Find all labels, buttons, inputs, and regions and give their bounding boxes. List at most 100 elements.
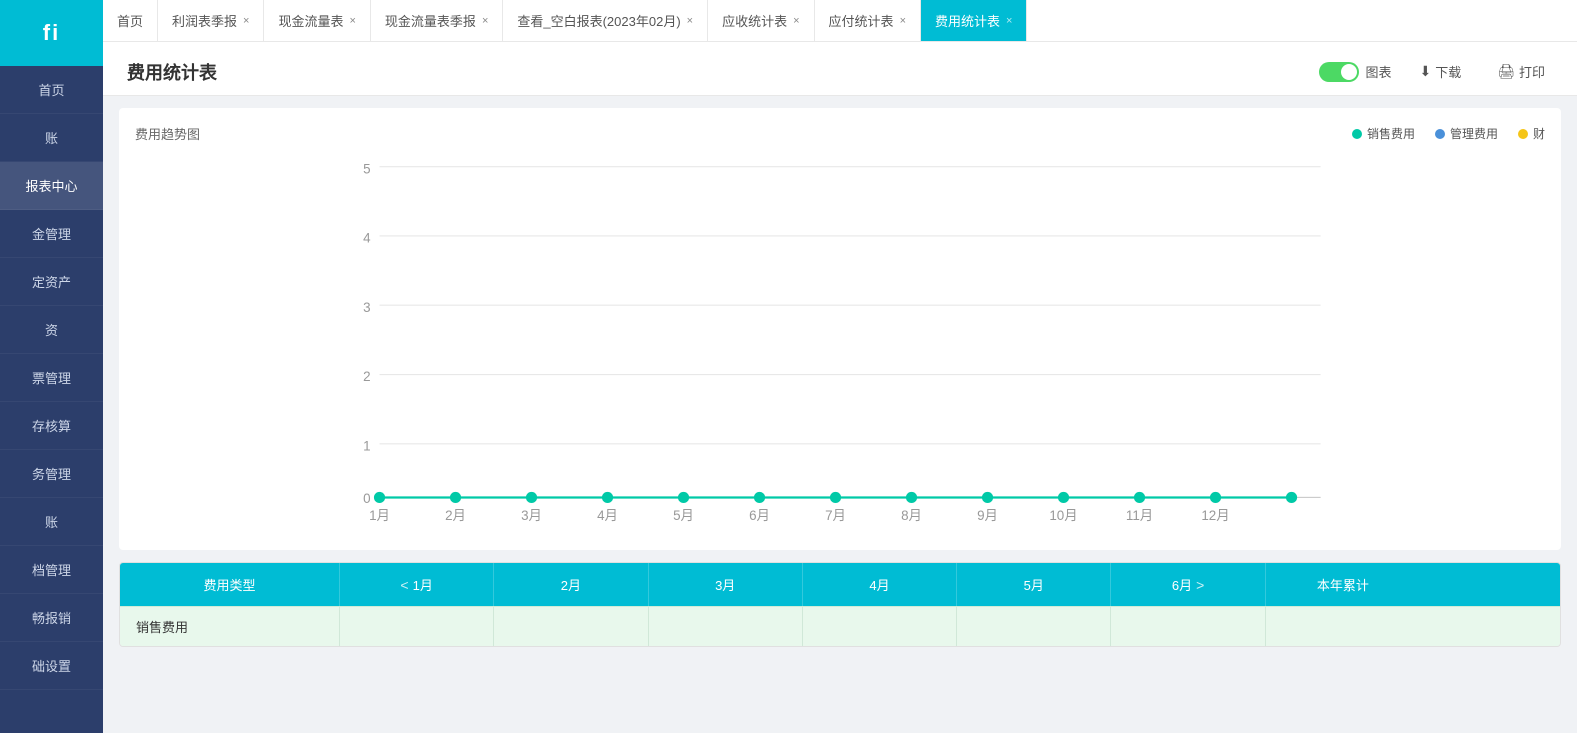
tab-profit-quarterly-close[interactable]: ×	[243, 15, 249, 27]
th-3month-label: 3月	[715, 575, 735, 594]
td-sales-2	[494, 607, 648, 646]
tab-expense-stats-label: 费用统计表	[935, 11, 1000, 30]
svg-text:6月: 6月	[749, 508, 770, 523]
tab-blank-report[interactable]: 查看_空白报表(2023年02月) ×	[503, 0, 708, 41]
download-label: 下载	[1435, 62, 1461, 81]
svg-text:3月: 3月	[521, 508, 542, 523]
legend-finance-dot	[1518, 129, 1528, 139]
print-label: 打印	[1519, 62, 1545, 81]
tab-bar: 首页 利润表季报 × 现金流量表 × 现金流量表季报 × 查看_空白报表(202…	[103, 0, 1577, 42]
th-total-label: 本年累计	[1317, 575, 1369, 594]
header-actions: 图表 ⬇ 下载 🖨 打印	[1319, 58, 1553, 85]
svg-text:2月: 2月	[445, 508, 466, 523]
sidebar-item-base-settings[interactable]: 础设置	[0, 642, 103, 690]
sidebar-item-fixed-assets[interactable]: 定资产	[0, 258, 103, 306]
sidebar-item-home[interactable]: 首页	[0, 66, 103, 114]
tab-cash-flow[interactable]: 现金流量表 ×	[264, 0, 370, 41]
sidebar-item-account[interactable]: 账	[0, 114, 103, 162]
sidebar-item-report-center[interactable]: 报表中心	[0, 162, 103, 210]
print-button[interactable]: 🖨 打印	[1489, 58, 1553, 85]
svg-text:1月: 1月	[369, 508, 390, 523]
tab-payable-stats[interactable]: 应付统计表 ×	[815, 0, 921, 41]
tab-payable-stats-close[interactable]: ×	[900, 15, 906, 27]
page-title: 费用统计表	[127, 59, 217, 85]
th-5month-label: 5月	[1024, 575, 1044, 594]
sidebar-item-invoice-mgmt[interactable]: 票管理	[0, 354, 103, 402]
tab-home[interactable]: 首页	[103, 0, 158, 41]
tab-cash-flow-quarterly-label: 现金流量表季报	[385, 11, 476, 30]
th-nav-prev[interactable]: <	[400, 577, 408, 593]
legend-mgmt-expense: 管理费用	[1435, 125, 1498, 142]
tab-blank-report-close[interactable]: ×	[687, 15, 693, 27]
chart-legend: 销售费用 管理费用 财	[1352, 125, 1545, 142]
chart-toggle-label: 图表	[1365, 62, 1391, 81]
sidebar-item-inventory[interactable]: 存核算	[0, 402, 103, 450]
th-1month: < 1月	[340, 563, 494, 606]
th-nav-next[interactable]: >	[1196, 577, 1204, 593]
svg-text:5: 5	[363, 161, 370, 176]
legend-mgmt-dot	[1435, 129, 1445, 139]
content-area: 费用统计表 图表 ⬇ 下载 🖨 打印 费用趋势图	[103, 42, 1577, 733]
table-row: 销售费用	[120, 606, 1560, 646]
tab-cash-flow-quarterly[interactable]: 现金流量表季报 ×	[371, 0, 503, 41]
sidebar-item-sales-return[interactable]: 畅报销	[0, 594, 103, 642]
th-type-label: 费用类型	[203, 575, 255, 594]
legend-finance-expense: 财	[1518, 125, 1545, 142]
th-4month-label: 4月	[869, 575, 889, 594]
td-sales-total	[1266, 607, 1420, 646]
th-3month: 3月	[649, 563, 803, 606]
tab-cash-flow-label: 现金流量表	[278, 11, 343, 30]
sidebar-logo: fi	[0, 0, 103, 66]
chart-toggle-group: 图表	[1319, 62, 1391, 82]
tab-receivable-stats[interactable]: 应收统计表 ×	[708, 0, 814, 41]
legend-mgmt-label: 管理费用	[1450, 125, 1498, 142]
download-button[interactable]: ⬇ 下载	[1411, 58, 1469, 85]
tab-receivable-stats-label: 应收统计表	[722, 11, 787, 30]
svg-text:1: 1	[363, 439, 370, 454]
svg-text:0: 0	[363, 491, 370, 506]
th-total: 本年累计	[1266, 563, 1420, 606]
sidebar-item-investment[interactable]: 资	[0, 306, 103, 354]
tab-cash-flow-close[interactable]: ×	[349, 15, 355, 27]
sidebar-item-file-mgmt[interactable]: 档管理	[0, 546, 103, 594]
th-2month: 2月	[494, 563, 648, 606]
sidebar-item-service-mgmt[interactable]: 务管理	[0, 450, 103, 498]
svg-text:9月: 9月	[977, 508, 998, 523]
td-sales-4	[803, 607, 957, 646]
page-header: 费用统计表 图表 ⬇ 下载 🖨 打印	[103, 42, 1577, 96]
legend-sales-label: 销售费用	[1367, 125, 1415, 142]
svg-text:2: 2	[363, 369, 370, 384]
sidebar-item-fund-mgmt[interactable]: 金管理	[0, 210, 103, 258]
th-2month-label: 2月	[561, 575, 581, 594]
svg-text:4月: 4月	[597, 508, 618, 523]
th-1month-label: 1月	[413, 575, 433, 594]
svg-text:5月: 5月	[673, 508, 694, 523]
tab-profit-quarterly-label: 利润表季报	[172, 11, 237, 30]
sidebar-item-sub-account[interactable]: 账	[0, 498, 103, 546]
tab-home-label: 首页	[117, 11, 143, 30]
chart-title: 费用趋势图	[135, 124, 200, 143]
tab-profit-quarterly[interactable]: 利润表季报 ×	[158, 0, 264, 41]
td-type-sales: 销售费用	[120, 607, 340, 646]
chart-container: 5 4 3 2 1 0	[135, 151, 1545, 534]
tab-expense-stats[interactable]: 费用统计表 ×	[921, 0, 1027, 41]
legend-sales-dot	[1352, 129, 1362, 139]
line-chart: 5 4 3 2 1 0	[135, 151, 1545, 531]
td-sales-6	[1111, 607, 1265, 646]
sidebar: fi 首页 账 报表中心 金管理 定资产 资 票管理 存核算 务管理 账 档管理…	[0, 0, 103, 733]
chart-section: 费用趋势图 销售费用 管理费用 财	[119, 108, 1561, 550]
chart-toggle-switch[interactable]	[1319, 62, 1359, 82]
tab-receivable-stats-close[interactable]: ×	[793, 15, 799, 27]
svg-text:8月: 8月	[901, 508, 922, 523]
td-sales-1	[340, 607, 494, 646]
th-type: 费用类型	[120, 563, 340, 606]
td-sales-3	[649, 607, 803, 646]
td-sales-5	[957, 607, 1111, 646]
tab-expense-stats-close[interactable]: ×	[1006, 15, 1012, 27]
svg-text:4: 4	[363, 231, 371, 246]
tab-cash-flow-quarterly-close[interactable]: ×	[482, 15, 488, 27]
legend-finance-label: 财	[1533, 125, 1545, 142]
svg-text:3: 3	[363, 300, 370, 315]
chart-header: 费用趋势图 销售费用 管理费用 财	[135, 124, 1545, 143]
legend-sales-expense: 销售费用	[1352, 125, 1415, 142]
